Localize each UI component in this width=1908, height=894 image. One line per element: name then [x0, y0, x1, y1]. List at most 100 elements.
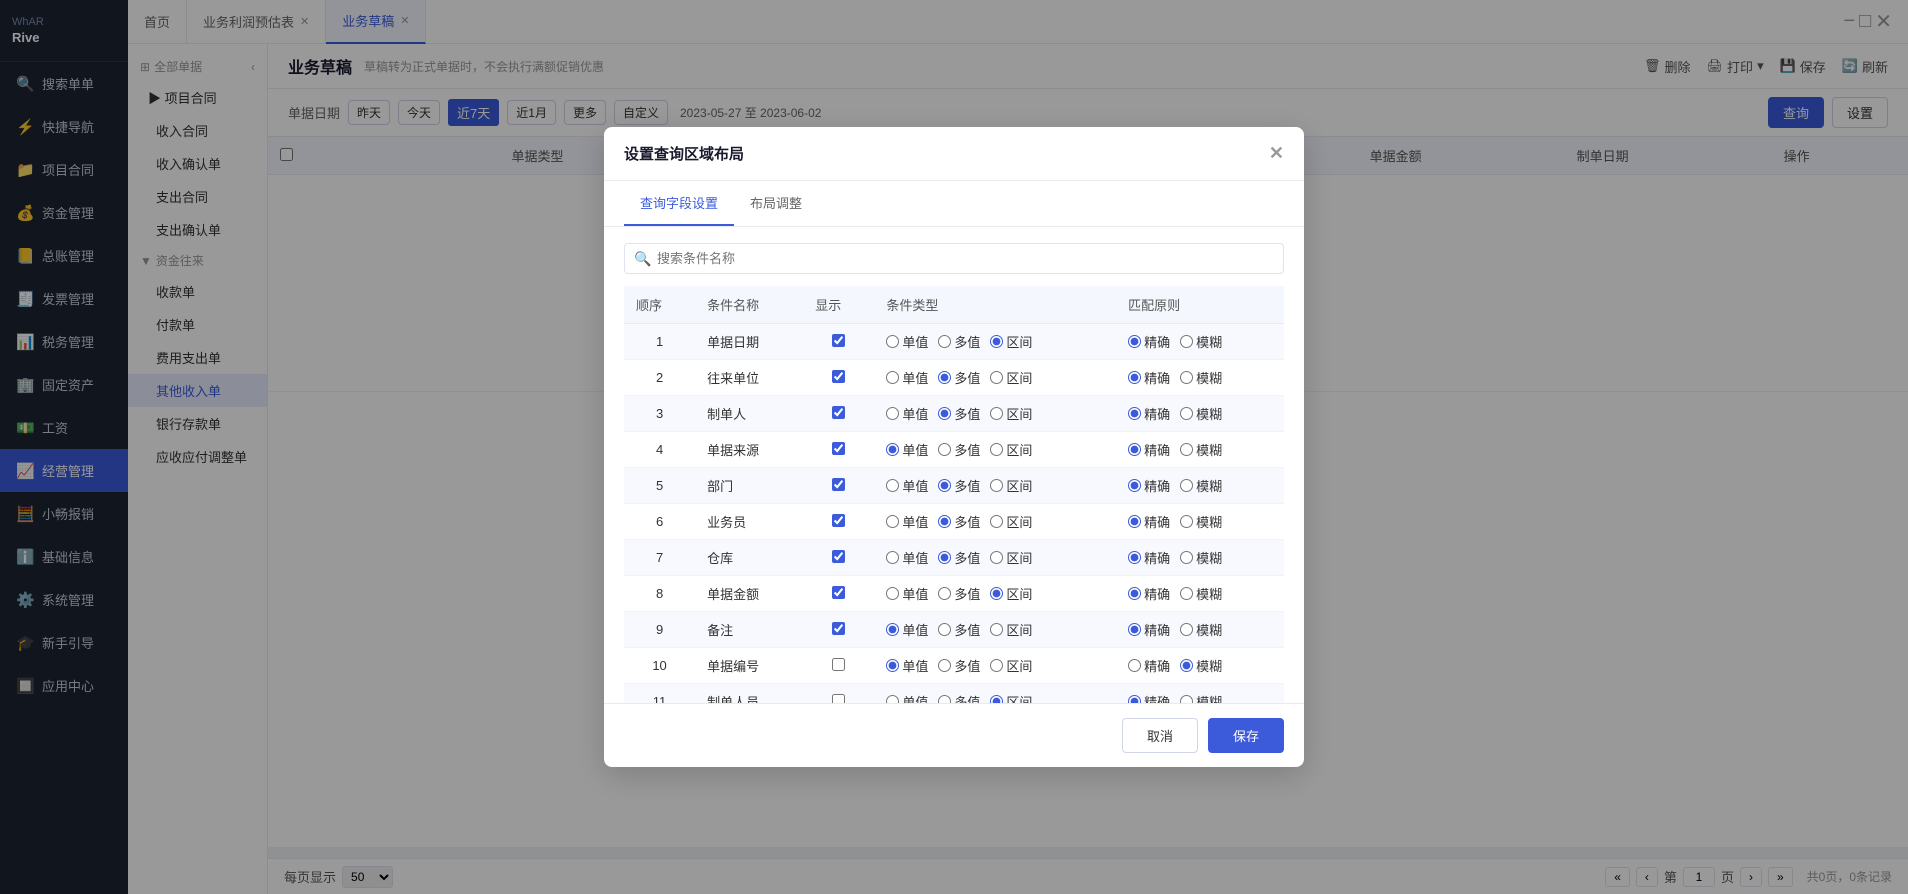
- condition-radio[interactable]: [886, 695, 899, 703]
- radio-item[interactable]: 单值: [886, 332, 928, 351]
- radio-item[interactable]: 区间: [990, 512, 1032, 531]
- radio-item[interactable]: 精确: [1128, 368, 1170, 387]
- radio-item[interactable]: 模糊: [1180, 476, 1222, 495]
- radio-item[interactable]: 精确: [1128, 512, 1170, 531]
- condition-radio[interactable]: [886, 335, 899, 348]
- radio-item[interactable]: 多值: [938, 584, 980, 603]
- radio-item[interactable]: 精确: [1128, 584, 1170, 603]
- match-radio[interactable]: [1180, 479, 1193, 492]
- match-radio[interactable]: [1180, 335, 1193, 348]
- show-checkbox[interactable]: [832, 406, 845, 419]
- radio-item[interactable]: 区间: [990, 476, 1032, 495]
- match-radio[interactable]: [1180, 371, 1193, 384]
- radio-item[interactable]: 区间: [990, 620, 1032, 639]
- radio-item[interactable]: 精确: [1128, 692, 1170, 703]
- radio-item[interactable]: 多值: [938, 656, 980, 675]
- tab-query-fields[interactable]: 查询字段设置: [624, 181, 734, 226]
- radio-item[interactable]: 区间: [990, 584, 1032, 603]
- match-radio[interactable]: [1180, 407, 1193, 420]
- radio-item[interactable]: 区间: [990, 440, 1032, 459]
- radio-item[interactable]: 单值: [886, 584, 928, 603]
- radio-item[interactable]: 模糊: [1180, 656, 1222, 675]
- radio-item[interactable]: 精确: [1128, 440, 1170, 459]
- radio-item[interactable]: 区间: [990, 656, 1032, 675]
- condition-radio[interactable]: [938, 335, 951, 348]
- show-checkbox[interactable]: [832, 694, 845, 704]
- show-checkbox[interactable]: [832, 586, 845, 599]
- radio-item[interactable]: 多值: [938, 620, 980, 639]
- condition-radio[interactable]: [886, 479, 899, 492]
- match-radio[interactable]: [1128, 587, 1141, 600]
- match-radio[interactable]: [1180, 659, 1193, 672]
- match-radio[interactable]: [1128, 695, 1141, 703]
- condition-radio[interactable]: [886, 551, 899, 564]
- condition-radio[interactable]: [938, 623, 951, 636]
- condition-radio[interactable]: [886, 623, 899, 636]
- radio-item[interactable]: 区间: [990, 404, 1032, 423]
- condition-radio[interactable]: [938, 371, 951, 384]
- match-radio[interactable]: [1128, 659, 1141, 672]
- radio-item[interactable]: 精确: [1128, 656, 1170, 675]
- match-radio[interactable]: [1128, 479, 1141, 492]
- radio-item[interactable]: 单值: [886, 512, 928, 531]
- match-radio[interactable]: [1128, 551, 1141, 564]
- dialog-close-icon[interactable]: ✕: [1269, 143, 1284, 164]
- show-checkbox[interactable]: [832, 658, 845, 671]
- condition-radio[interactable]: [886, 659, 899, 672]
- radio-item[interactable]: 多值: [938, 692, 980, 703]
- condition-radio[interactable]: [886, 443, 899, 456]
- match-radio[interactable]: [1180, 587, 1193, 600]
- show-checkbox[interactable]: [832, 622, 845, 635]
- match-radio[interactable]: [1180, 443, 1193, 456]
- radio-item[interactable]: 单值: [886, 368, 928, 387]
- radio-item[interactable]: 精确: [1128, 332, 1170, 351]
- radio-item[interactable]: 多值: [938, 548, 980, 567]
- save-button[interactable]: 保存: [1208, 718, 1284, 753]
- radio-item[interactable]: 精确: [1128, 404, 1170, 423]
- condition-radio[interactable]: [990, 587, 1003, 600]
- condition-radio[interactable]: [990, 371, 1003, 384]
- radio-item[interactable]: 多值: [938, 440, 980, 459]
- radio-item[interactable]: 多值: [938, 404, 980, 423]
- condition-radio[interactable]: [886, 515, 899, 528]
- condition-radio[interactable]: [990, 695, 1003, 703]
- match-radio[interactable]: [1180, 551, 1193, 564]
- match-radio[interactable]: [1128, 515, 1141, 528]
- condition-radio[interactable]: [990, 443, 1003, 456]
- show-checkbox[interactable]: [832, 370, 845, 383]
- radio-item[interactable]: 多值: [938, 476, 980, 495]
- condition-radio[interactable]: [886, 371, 899, 384]
- radio-item[interactable]: 精确: [1128, 620, 1170, 639]
- condition-radio[interactable]: [938, 659, 951, 672]
- show-checkbox[interactable]: [832, 514, 845, 527]
- radio-item[interactable]: 单值: [886, 692, 928, 703]
- radio-item[interactable]: 模糊: [1180, 404, 1222, 423]
- condition-search-input[interactable]: [624, 243, 1284, 274]
- radio-item[interactable]: 模糊: [1180, 692, 1222, 703]
- match-radio[interactable]: [1180, 515, 1193, 528]
- radio-item[interactable]: 单值: [886, 656, 928, 675]
- condition-radio[interactable]: [938, 695, 951, 703]
- condition-radio[interactable]: [938, 479, 951, 492]
- radio-item[interactable]: 模糊: [1180, 332, 1222, 351]
- match-radio[interactable]: [1128, 407, 1141, 420]
- radio-item[interactable]: 模糊: [1180, 368, 1222, 387]
- condition-radio[interactable]: [938, 443, 951, 456]
- radio-item[interactable]: 模糊: [1180, 440, 1222, 459]
- condition-radio[interactable]: [990, 551, 1003, 564]
- condition-radio[interactable]: [990, 407, 1003, 420]
- show-checkbox[interactable]: [832, 442, 845, 455]
- radio-item[interactable]: 多值: [938, 332, 980, 351]
- radio-item[interactable]: 模糊: [1180, 620, 1222, 639]
- radio-item[interactable]: 单值: [886, 404, 928, 423]
- radio-item[interactable]: 多值: [938, 368, 980, 387]
- condition-radio[interactable]: [990, 659, 1003, 672]
- radio-item[interactable]: 区间: [990, 368, 1032, 387]
- condition-radio[interactable]: [886, 587, 899, 600]
- match-radio[interactable]: [1180, 623, 1193, 636]
- condition-radio[interactable]: [990, 335, 1003, 348]
- tab-layout[interactable]: 布局调整: [734, 181, 818, 226]
- match-radio[interactable]: [1128, 443, 1141, 456]
- radio-item[interactable]: 区间: [990, 548, 1032, 567]
- radio-item[interactable]: 单值: [886, 476, 928, 495]
